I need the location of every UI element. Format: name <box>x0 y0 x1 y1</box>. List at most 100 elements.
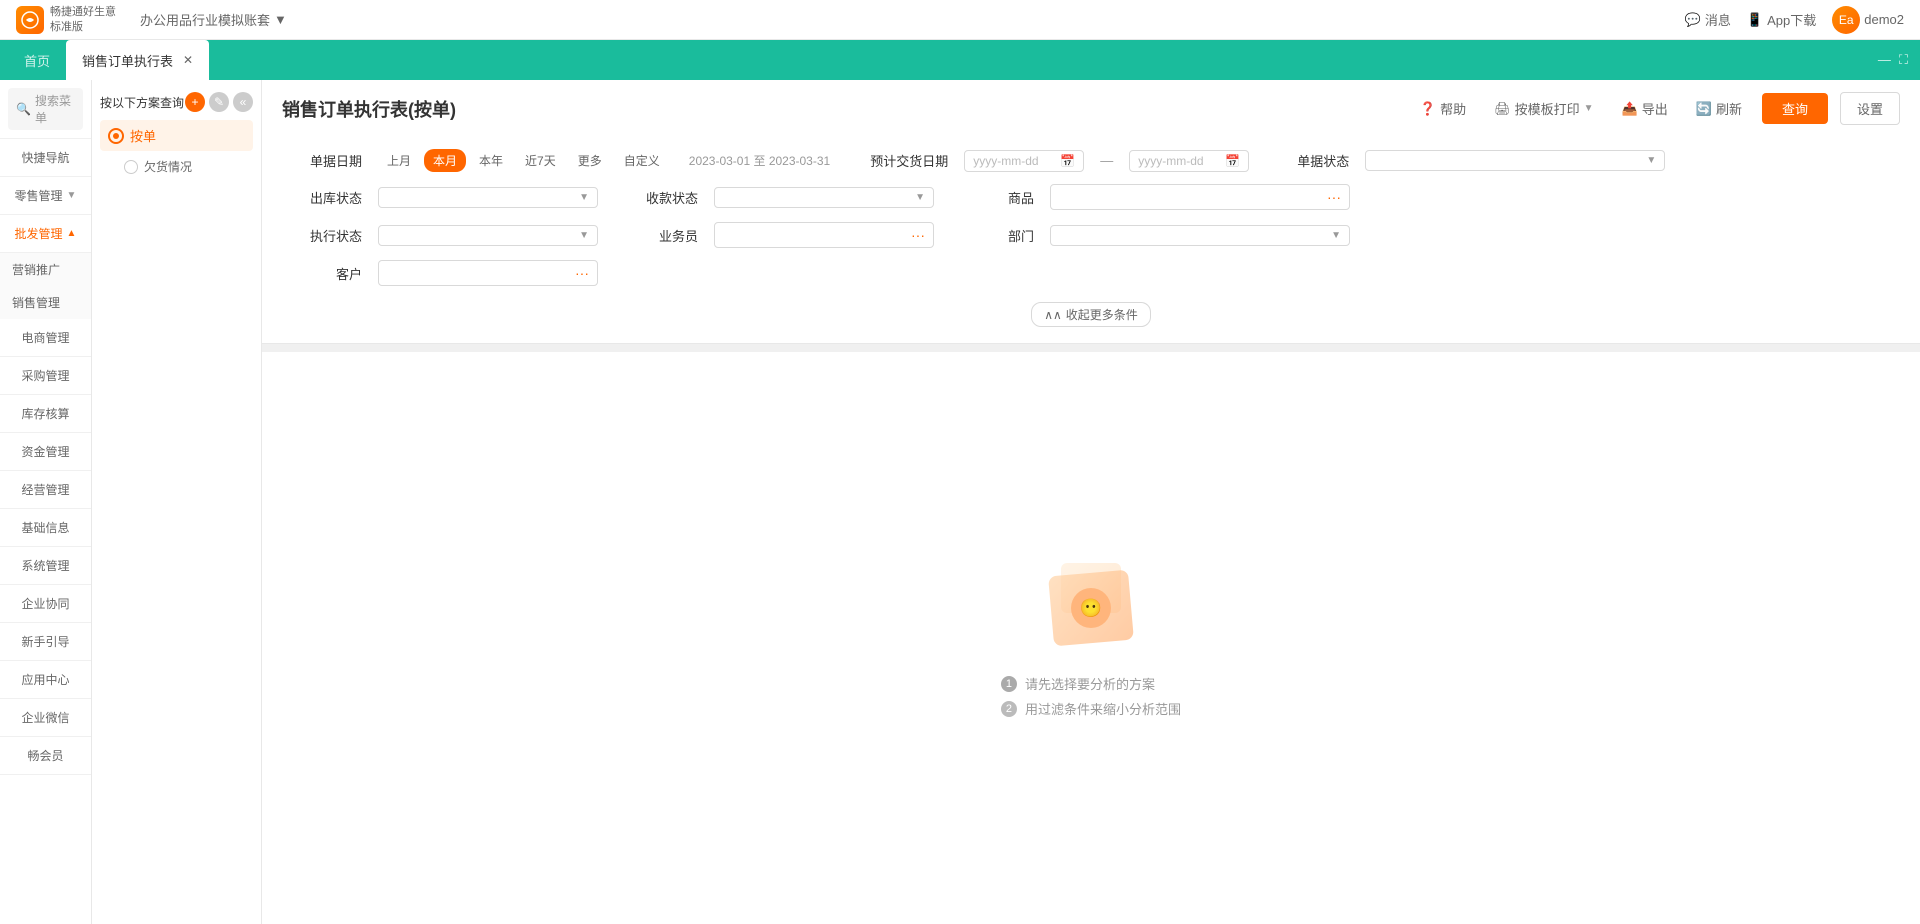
help-button[interactable]: ❓ 帮助 <box>1412 95 1474 122</box>
scheme-collapse-button[interactable]: « <box>233 92 253 112</box>
sidebar-item-ecommerce[interactable]: 电商管理 <box>0 319 91 357</box>
tab-sales-order[interactable]: 销售订单执行表 ✕ <box>66 40 209 80</box>
date-shortcut-this-month[interactable]: 本月 <box>424 149 466 172</box>
sidebar-search-label: 搜索菜单 <box>35 92 75 126</box>
page-header: 销售订单执行表(按单) ❓ 帮助 🖨 按模板打印 ▼ 📤 <box>262 80 1920 344</box>
scheme-radio-icon <box>108 128 124 144</box>
calendar-end-icon: 📅 <box>1225 154 1240 168</box>
collapse-button[interactable]: ∧∧ 收起更多条件 <box>1031 302 1151 327</box>
message-nav-item[interactable]: 💬 消息 <box>1685 10 1731 29</box>
predict-date-end[interactable]: yyyy-mm-dd 📅 <box>1129 150 1249 172</box>
logo-text: 畅捷通好生意 标准版 <box>50 5 116 34</box>
scheme-add-button[interactable]: + <box>185 92 205 112</box>
scheme-item-sub[interactable]: 欠货情况 <box>100 153 253 180</box>
tab-home[interactable]: 首页 <box>8 40 66 80</box>
exec-select[interactable]: ▼ <box>378 225 598 246</box>
collapse-row: ∧∧ 收起更多条件 <box>302 298 1880 331</box>
content-area: 按以下方案查询 + ✎ « 按单 <box>92 80 1920 924</box>
delivery-label: 出库状态 <box>302 188 362 207</box>
date-shortcut-more[interactable]: 更多 <box>569 149 611 172</box>
breadcrumb-chevron-icon: ▼ <box>274 12 287 27</box>
customer-label: 客户 <box>302 264 362 283</box>
print-icon: 🖨 <box>1494 101 1511 117</box>
delivery-select[interactable]: ▼ <box>378 187 598 208</box>
dept-label: 部门 <box>974 226 1034 245</box>
status-select[interactable]: ▼ <box>1365 150 1665 171</box>
sidebar-item-appcenter[interactable]: 应用中心 <box>0 661 91 699</box>
tab-minimize-icon[interactable]: — <box>1878 52 1891 68</box>
goods-input[interactable]: ··· <box>1050 184 1350 210</box>
breadcrumb-text: 办公用品行业模拟账套 <box>140 10 270 29</box>
collapse-icon: ∧∧ <box>1044 308 1062 322</box>
tab-bar: 首页 销售订单执行表 ✕ — ⛶ <box>0 40 1920 80</box>
filter-row-1: 单据日期 上月 本月 本年 近7天 更多 自定义 2023-03-01 至 20… <box>302 149 1880 172</box>
scheme-item-label: 按单 <box>130 126 156 145</box>
sidebar-item-finance[interactable]: 资金管理 <box>0 433 91 471</box>
payment-select[interactable]: ▼ <box>714 187 934 208</box>
sidebar-item-retail[interactable]: 零售管理 ▼ <box>0 177 91 215</box>
sidebar-item-basicinfo[interactable]: 基础信息 <box>0 509 91 547</box>
date-shortcut-this-year[interactable]: 本年 <box>470 149 512 172</box>
export-icon: 📤 <box>1622 101 1638 117</box>
filter-row-3: 执行状态 ▼ 业务员 ··· 部门 ▼ <box>302 222 1880 248</box>
dept-select[interactable]: ▼ <box>1050 225 1350 246</box>
delivery-chevron-icon: ▼ <box>579 192 589 203</box>
sidebar-item-enterprise[interactable]: 企业协同 <box>0 585 91 623</box>
page-title-row: 销售订单执行表(按单) ❓ 帮助 🖨 按模板打印 ▼ 📤 <box>282 92 1900 125</box>
breadcrumb[interactable]: 办公用品行业模拟账套 ▼ <box>140 10 287 29</box>
tab-maximize-icon[interactable]: ⛶ <box>1899 52 1908 68</box>
tab-close-icon[interactable]: ✕ <box>183 53 193 67</box>
export-button[interactable]: 📤 导出 <box>1614 95 1676 122</box>
refresh-button[interactable]: 🔄 刷新 <box>1688 95 1750 122</box>
salesman-input[interactable]: ··· <box>714 222 934 248</box>
tab-home-label: 首页 <box>24 51 50 70</box>
sidebar-search-area: 🔍 搜索菜单 <box>0 80 91 139</box>
wholesale-chevron-icon: ▲ <box>67 228 77 239</box>
template-print-button[interactable]: 🖨 按模板打印 ▼ <box>1486 95 1601 122</box>
scheme-item-main[interactable]: 按单 <box>100 120 253 151</box>
date-shortcut-7days[interactable]: 近7天 <box>516 149 565 172</box>
settings-button[interactable]: 设置 <box>1840 92 1900 125</box>
exec-chevron-icon: ▼ <box>579 230 589 241</box>
date-label: 单据日期 <box>302 151 362 170</box>
sidebar-item-member[interactable]: 畅会员 <box>0 737 91 775</box>
scheme-edit-button[interactable]: ✎ <box>209 92 229 112</box>
top-header: 畅捷通好生意 标准版 办公用品行业模拟账套 ▼ 💬 消息 📱 App下载 Ea … <box>0 0 1920 40</box>
sidebar-item-inventory[interactable]: 库存核算 <box>0 395 91 433</box>
query-button[interactable]: 查询 <box>1762 93 1828 124</box>
sidebar-item-systemmgmt[interactable]: 系统管理 <box>0 547 91 585</box>
empty-tip-2: 2 用过滤条件来缩小分析范围 <box>1001 699 1181 718</box>
goods-label: 商品 <box>974 188 1034 207</box>
goods-dots-icon: ··· <box>1327 189 1341 205</box>
empty-state: 😶 1 请先选择要分析的方案 2 用过滤条件来缩小分析范围 <box>262 352 1920 924</box>
page-title: 销售订单执行表(按单) <box>282 96 456 122</box>
sidebar-item-operation[interactable]: 经营管理 <box>0 471 91 509</box>
date-shortcut-last-month[interactable]: 上月 <box>378 149 420 172</box>
print-chevron-icon: ▼ <box>1584 103 1594 114</box>
predict-date-start[interactable]: yyyy-mm-dd 📅 <box>964 150 1084 172</box>
help-icon: ❓ <box>1420 101 1436 117</box>
date-shortcut-custom[interactable]: 自定义 <box>615 149 669 172</box>
sidebar-item-quicknav[interactable]: 快捷导航 <box>0 139 91 177</box>
divider <box>262 344 1920 352</box>
avatar: Ea <box>1832 6 1860 34</box>
sidebar-item-purchase[interactable]: 采购管理 <box>0 357 91 395</box>
sidebar-item-newguide[interactable]: 新手引导 <box>0 623 91 661</box>
sidebar-item-wholesale[interactable]: 批发管理 ▲ <box>0 215 91 253</box>
sidebar-search-box[interactable]: 🔍 搜索菜单 <box>8 88 83 130</box>
empty-tips: 1 请先选择要分析的方案 2 用过滤条件来缩小分析范围 <box>1001 674 1181 718</box>
scheme-panel: 按以下方案查询 + ✎ « 按单 <box>92 80 262 924</box>
empty-tip-1: 1 请先选择要分析的方案 <box>1001 674 1181 693</box>
status-label: 单据状态 <box>1289 151 1349 170</box>
sidebar-item-salesmgmt[interactable]: 销售管理 <box>0 286 91 319</box>
main-layout: 🔍 搜索菜单 快捷导航 零售管理 ▼ 批发管理 ▲ 营销推广 销售管理 电商管理… <box>0 80 1920 924</box>
customer-input[interactable]: ··· <box>378 260 598 286</box>
user-nav-item[interactable]: Ea demo2 <box>1832 6 1904 34</box>
tab-expand-area: — ⛶ <box>1866 52 1920 68</box>
sub-scheme-item-label: 欠货情况 <box>144 158 192 175</box>
sidebar-item-wechat[interactable]: 企业微信 <box>0 699 91 737</box>
sidebar-item-marketing[interactable]: 营销推广 <box>0 253 91 286</box>
app-download-nav-item[interactable]: 📱 App下载 <box>1747 10 1816 29</box>
calendar-start-icon: 📅 <box>1060 154 1075 168</box>
retail-chevron-icon: ▼ <box>67 190 77 201</box>
